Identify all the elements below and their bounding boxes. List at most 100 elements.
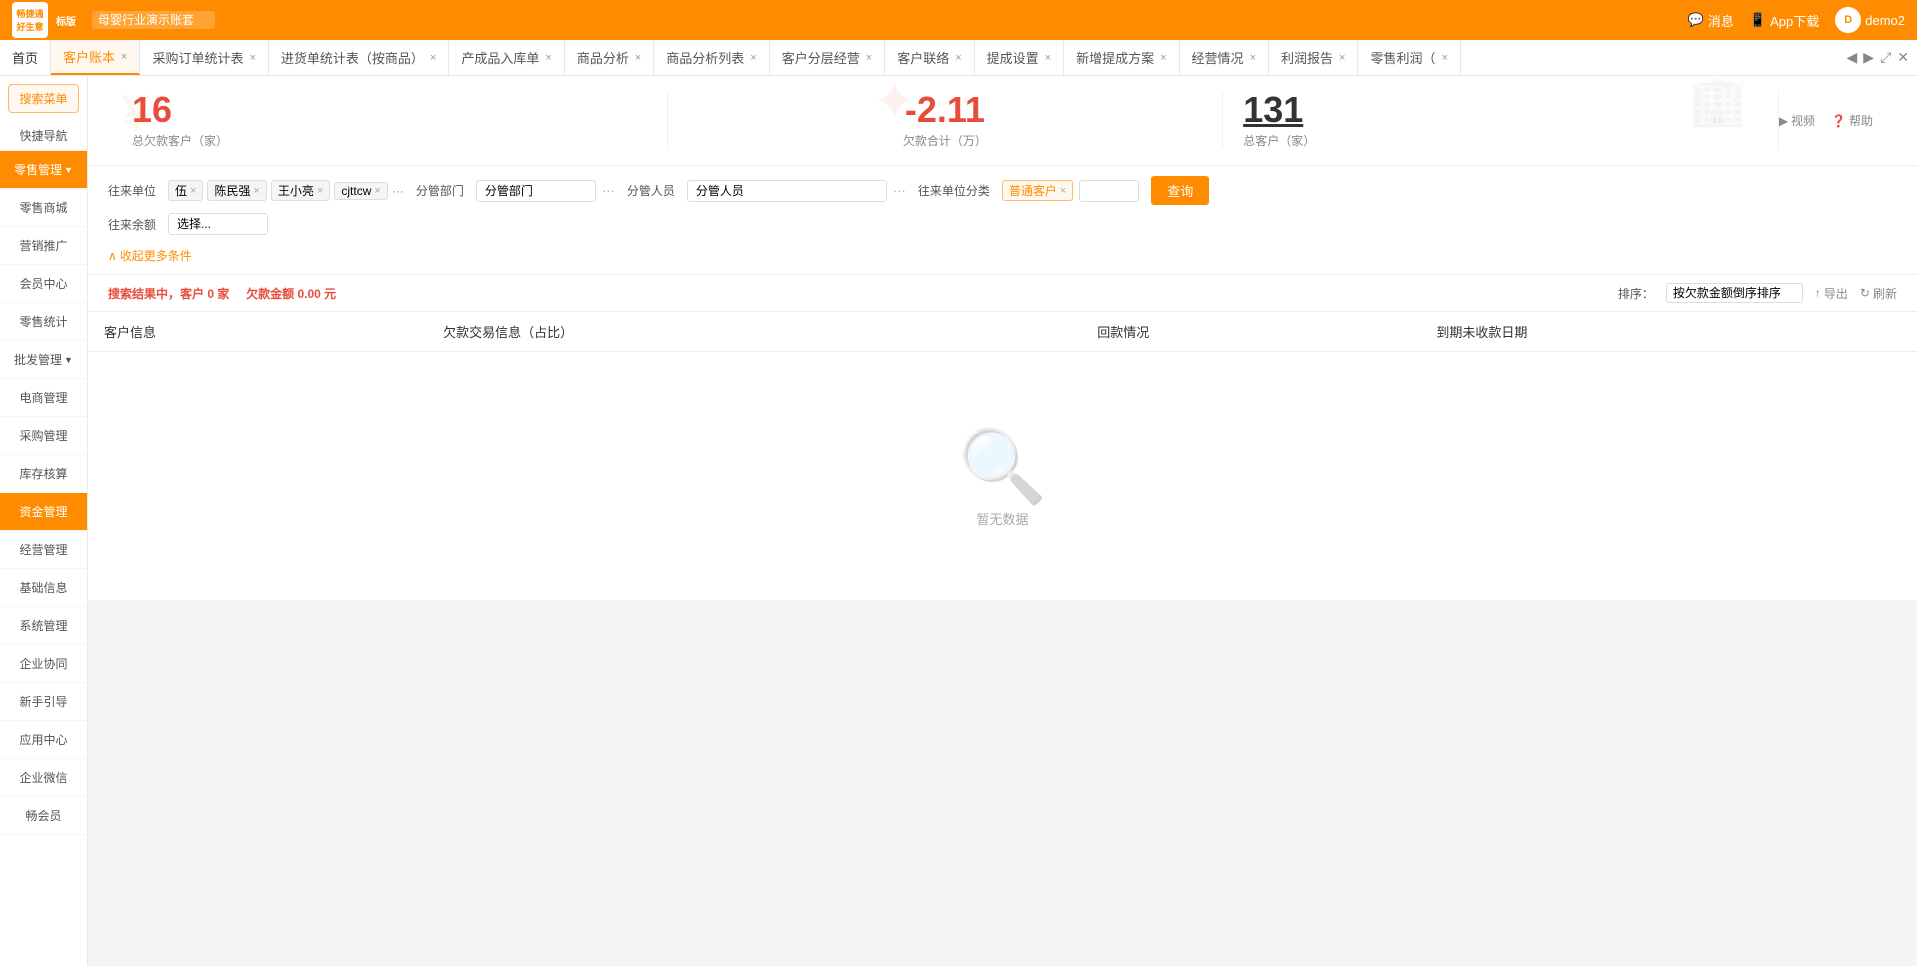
export-btn[interactable]: ↑ 导出 bbox=[1815, 285, 1848, 302]
filter-row-1: 往来单位 伍 × 陈民强 × 王小亮 × cjttcw bbox=[108, 176, 1897, 205]
sidebar-item-ecommerce[interactable]: 电商管理 bbox=[0, 379, 87, 417]
user-menu[interactable]: D demo2 bbox=[1835, 7, 1905, 33]
chevron-up-icon: ∧ bbox=[108, 249, 117, 263]
sidebar-item-retail[interactable]: 零售管理 ▼ bbox=[0, 151, 87, 189]
close-icon[interactable]: × bbox=[121, 51, 127, 63]
account-dropdown[interactable]: 母婴行业演示账套 bbox=[92, 11, 215, 29]
remove-tag-wang[interactable]: × bbox=[317, 185, 323, 197]
stats-row: ¥ 16 总欠款客户（家） ✦ -2.11 欠款合计（万） 🏢 131 总客户（ bbox=[88, 76, 1917, 166]
tab-home[interactable]: 首页 bbox=[0, 40, 51, 75]
balance-select[interactable]: 选择... bbox=[168, 213, 268, 235]
stat-label-amount: 欠款合计（万） bbox=[903, 132, 987, 149]
tab-customer-layer[interactable]: 客户分层经营 × bbox=[770, 40, 885, 75]
message-btn[interactable]: 💬 消息 bbox=[1688, 11, 1734, 30]
app-label: App下载 bbox=[1770, 11, 1819, 30]
tab-expand-icon[interactable]: ⤢ bbox=[1880, 49, 1891, 66]
help-btn[interactable]: ❓ 帮助 bbox=[1831, 112, 1873, 129]
close-icon[interactable]: × bbox=[750, 52, 756, 64]
avatar: D bbox=[1835, 7, 1861, 33]
sidebar-item-purchase[interactable]: 采购管理 bbox=[0, 417, 87, 455]
search-menu-btn[interactable]: 搜索菜单 bbox=[8, 84, 79, 113]
sort-select[interactable]: 按欠款金额倒序排序 bbox=[1666, 283, 1803, 303]
tab-customer-book[interactable]: 客户账本 × bbox=[51, 40, 140, 75]
sidebar-item-inventory[interactable]: 库存核算 bbox=[0, 455, 87, 493]
tab-product-analysis[interactable]: 商品分析 × bbox=[565, 40, 654, 75]
close-icon[interactable]: × bbox=[545, 52, 551, 64]
sidebar-item-retail-stats[interactable]: 零售统计 bbox=[0, 303, 87, 341]
dept-select[interactable]: 分管部门 bbox=[476, 180, 596, 202]
balance-label: 往来余额 bbox=[108, 216, 156, 233]
close-icon[interactable]: × bbox=[249, 52, 255, 64]
sidebar-item-enterprise-wechat[interactable]: 企业微信 bbox=[0, 759, 87, 797]
sidebar-item-new-guide[interactable]: 新手引导 bbox=[0, 683, 87, 721]
filter-more-btn[interactable]: ··· bbox=[392, 184, 404, 198]
remove-unit-type-tag[interactable]: × bbox=[1060, 185, 1066, 197]
tab-raise-settings[interactable]: 提成设置 × bbox=[975, 40, 1064, 75]
staff-more-icon[interactable]: ··· bbox=[893, 183, 906, 198]
tab-purchase-order[interactable]: 采购订单统计表 × bbox=[140, 40, 268, 75]
refresh-btn[interactable]: ↻ 刷新 bbox=[1860, 285, 1897, 302]
tab-product-analysis-list[interactable]: 商品分析列表 × bbox=[654, 40, 769, 75]
results-suffix: 家 bbox=[217, 287, 229, 301]
tab-next-icon[interactable]: ▶ bbox=[1863, 49, 1874, 66]
close-icon[interactable]: × bbox=[955, 52, 961, 64]
tab-label: 经营情况 bbox=[1192, 48, 1244, 67]
staff-select[interactable]: 分管人员 bbox=[687, 180, 887, 202]
tab-close-all-icon[interactable]: ✕ bbox=[1897, 49, 1909, 66]
tab-label: 利润报告 bbox=[1281, 48, 1333, 67]
filter-tags-unit: 伍 × 陈民强 × 王小亮 × cjttcw × ··· bbox=[168, 180, 404, 201]
close-icon[interactable]: × bbox=[1250, 52, 1256, 64]
user-label: demo2 bbox=[1865, 13, 1905, 28]
remove-tag-cjttcw[interactable]: × bbox=[374, 185, 380, 197]
tab-prev-icon[interactable]: ◀ bbox=[1847, 49, 1858, 66]
filter-tag-wang: 王小亮 × bbox=[271, 180, 330, 201]
tab-customer-connect[interactable]: 客户联络 × bbox=[885, 40, 974, 75]
close-icon[interactable]: × bbox=[430, 52, 436, 64]
dept-more-icon[interactable]: ··· bbox=[602, 183, 615, 198]
data-table: 客户信息 欠款交易信息（占比） 回款情况 到期未收款日期 🔍 暂无数据 bbox=[88, 312, 1917, 601]
main-layout: 搜索菜单 快捷导航 零售管理 ▼ 零售商城 营销推广 会员中心 零售统计 批发管… bbox=[0, 76, 1917, 966]
close-icon[interactable]: × bbox=[635, 52, 641, 64]
tab-retail-profit[interactable]: 零售利润（ × bbox=[1358, 40, 1460, 75]
tab-new-raise-plan[interactable]: 新增提成方案 × bbox=[1064, 40, 1179, 75]
video-help-btn[interactable]: ▶ 视频 bbox=[1779, 112, 1815, 129]
sidebar-item-quick-nav[interactable]: 快捷导航 bbox=[0, 121, 87, 151]
sidebar-item-wholesale[interactable]: 批发管理 ▼ bbox=[0, 341, 87, 379]
remove-tag-chen[interactable]: × bbox=[253, 185, 259, 197]
results-actions: 排序： 按欠款金额倒序排序 ↑ 导出 ↻ 刷新 bbox=[1618, 283, 1897, 303]
tab-biz-situation[interactable]: 经营情况 × bbox=[1180, 40, 1269, 75]
close-icon[interactable]: × bbox=[1339, 52, 1345, 64]
tabs-end-controls: ◀ ▶ ⤢ ✕ bbox=[1839, 40, 1917, 75]
chevron-down-icon: ▼ bbox=[64, 355, 73, 365]
sidebar-item-operation[interactable]: 经营管理 bbox=[0, 531, 87, 569]
tab-stock-in[interactable]: 进货单统计表（按商品） × bbox=[269, 40, 449, 75]
close-icon[interactable]: × bbox=[1160, 52, 1166, 64]
tab-label: 提成设置 bbox=[987, 48, 1039, 67]
sidebar-item-basic-info[interactable]: 基础信息 bbox=[0, 569, 87, 607]
tab-label: 客户分层经营 bbox=[782, 48, 860, 67]
sidebar-item-member[interactable]: 会员中心 bbox=[0, 265, 87, 303]
sidebar-item-label: 零售管理 bbox=[14, 161, 62, 178]
app-download-btn[interactable]: 📱 App下载 bbox=[1750, 11, 1819, 30]
filter-tag-wu: 伍 × bbox=[168, 180, 203, 201]
unit-type-select[interactable] bbox=[1079, 180, 1139, 202]
tab-profit-report[interactable]: 利润报告 × bbox=[1269, 40, 1358, 75]
stat-block-customers: ¥ 16 总欠款客户（家） bbox=[112, 92, 668, 149]
close-icon[interactable]: × bbox=[866, 52, 872, 64]
tab-label: 进货单统计表（按商品） bbox=[281, 48, 424, 67]
remove-tag-wu[interactable]: × bbox=[190, 185, 196, 197]
sidebar-item-app-center[interactable]: 应用中心 bbox=[0, 721, 87, 759]
query-btn[interactable]: 查询 bbox=[1151, 176, 1209, 205]
close-icon[interactable]: × bbox=[1441, 52, 1447, 64]
sidebar-item-marketing[interactable]: 营销推广 bbox=[0, 227, 87, 265]
unit-type-select-wrap: 普通客户 × bbox=[1002, 180, 1139, 202]
sidebar-item-finance[interactable]: 资金管理 bbox=[0, 493, 87, 531]
sidebar-item-member-vip[interactable]: 畅会员 bbox=[0, 797, 87, 835]
collapse-btn[interactable]: ∧ 收起更多条件 bbox=[108, 247, 192, 264]
sidebar-search-area: 搜索菜单 bbox=[0, 76, 87, 121]
tab-cost-in[interactable]: 产成品入库单 × bbox=[449, 40, 564, 75]
sidebar-item-enterprise[interactable]: 企业协同 bbox=[0, 645, 87, 683]
close-icon[interactable]: × bbox=[1045, 52, 1051, 64]
sidebar-item-retail-mall[interactable]: 零售商城 bbox=[0, 189, 87, 227]
sidebar-item-system[interactable]: 系统管理 bbox=[0, 607, 87, 645]
